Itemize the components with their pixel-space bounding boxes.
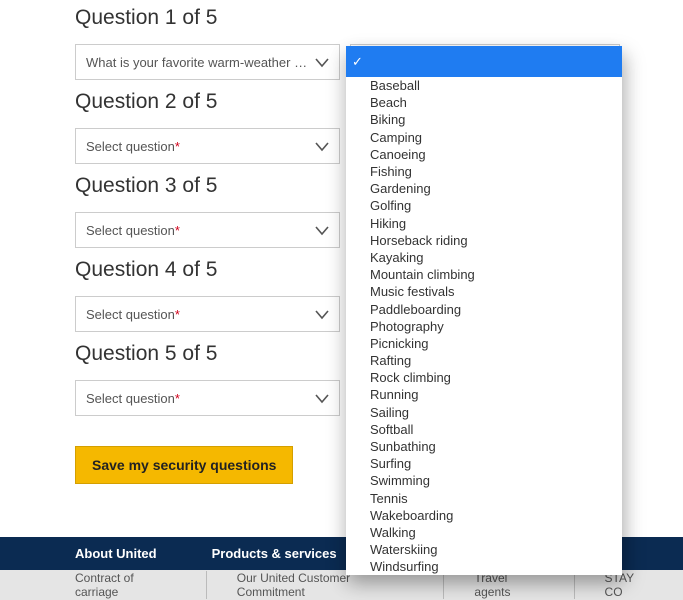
- chevron-down-icon: [313, 53, 331, 71]
- required-asterisk: *: [175, 223, 180, 238]
- dropdown-option-label: Golfing: [370, 198, 411, 213]
- dropdown-option-label: Surfing: [370, 456, 411, 471]
- save-button[interactable]: Save my security questions: [75, 446, 293, 484]
- dropdown-option[interactable]: Wakeboarding: [346, 507, 622, 524]
- dropdown-option[interactable]: Tennis: [346, 490, 622, 507]
- dropdown-option-label: Walking: [370, 525, 416, 540]
- footer-nav-link-0[interactable]: About United: [75, 546, 157, 561]
- required-asterisk: *: [175, 391, 180, 406]
- dropdown-option[interactable]: Horseback riding: [346, 232, 622, 249]
- chevron-down-icon: [313, 305, 331, 323]
- footer-nav-link-1[interactable]: Products & services: [212, 546, 337, 561]
- dropdown-option[interactable]: Sailing: [346, 404, 622, 421]
- chevron-down-icon: [313, 137, 331, 155]
- dropdown-option[interactable]: Rock climbing: [346, 369, 622, 386]
- dropdown-option-label: Sailing: [370, 405, 409, 420]
- dropdown-option-label: Canoeing: [370, 147, 426, 162]
- dropdown-option[interactable]: Waterskiing: [346, 541, 622, 558]
- dropdown-option-label: Waterskiing: [370, 542, 437, 557]
- dropdown-option-label: Rafting: [370, 353, 411, 368]
- dropdown-option-label: Baseball: [370, 78, 420, 93]
- dropdown-option-label: Kayaking: [370, 250, 423, 265]
- question-select[interactable]: What is your favorite warm-weather ac...: [75, 44, 340, 80]
- dropdown-option[interactable]: Baseball: [346, 77, 622, 94]
- dropdown-option[interactable]: Windsurfing: [346, 558, 622, 575]
- dropdown-option[interactable]: Softball: [346, 421, 622, 438]
- check-icon: ✓: [352, 54, 363, 70]
- dropdown-option-label: Beach: [370, 95, 407, 110]
- dropdown-option-label: Softball: [370, 422, 413, 437]
- dropdown-option[interactable]: Fishing: [346, 163, 622, 180]
- dropdown-option-label: Camping: [370, 130, 422, 145]
- question-select[interactable]: Select question*: [75, 212, 340, 248]
- chevron-down-icon: [313, 389, 331, 407]
- dropdown-option-label: Wakeboarding: [370, 508, 453, 523]
- answer-dropdown[interactable]: ✓ Baseball Beach Biking Camping Canoeing Fishi…: [346, 46, 622, 575]
- dropdown-option[interactable]: Golfing: [346, 197, 622, 214]
- dropdown-option-label: Photography: [370, 319, 444, 334]
- dropdown-option[interactable]: Camping: [346, 129, 622, 146]
- dropdown-option[interactable]: Hiking: [346, 215, 622, 232]
- dropdown-option-label: Picnicking: [370, 336, 429, 351]
- dropdown-option[interactable]: Mountain climbing: [346, 266, 622, 283]
- question-select[interactable]: Select question*: [75, 128, 340, 164]
- dropdown-option-blank[interactable]: ✓: [346, 46, 622, 77]
- required-asterisk: *: [175, 307, 180, 322]
- footer-link-0[interactable]: Contract of carriage: [75, 571, 207, 599]
- dropdown-option-label: Swimming: [370, 473, 430, 488]
- dropdown-option[interactable]: Biking: [346, 111, 622, 128]
- dropdown-option-label: Fishing: [370, 164, 412, 179]
- dropdown-option[interactable]: Beach: [346, 94, 622, 111]
- question-select-text: Select question*: [86, 307, 313, 322]
- dropdown-option[interactable]: Swimming: [346, 472, 622, 489]
- dropdown-option[interactable]: Music festivals: [346, 283, 622, 300]
- question-select[interactable]: Select question*: [75, 296, 340, 332]
- question-heading: Question 1 of 5: [75, 6, 683, 30]
- dropdown-option[interactable]: Paddleboarding: [346, 300, 622, 317]
- question-select[interactable]: Select question*: [75, 380, 340, 416]
- question-select-text: What is your favorite warm-weather ac...: [86, 55, 313, 70]
- dropdown-option-label: Paddleboarding: [370, 302, 461, 317]
- dropdown-option[interactable]: Walking: [346, 524, 622, 541]
- dropdown-option-label: Running: [370, 387, 418, 402]
- dropdown-option[interactable]: Running: [346, 386, 622, 403]
- dropdown-option[interactable]: Photography: [346, 318, 622, 335]
- dropdown-option-label: Sunbathing: [370, 439, 436, 454]
- dropdown-option-label: Mountain climbing: [370, 267, 475, 282]
- dropdown-option[interactable]: Picnicking: [346, 335, 622, 352]
- dropdown-option-label: Tennis: [370, 491, 408, 506]
- dropdown-option[interactable]: Canoeing: [346, 146, 622, 163]
- dropdown-option[interactable]: Rafting: [346, 352, 622, 369]
- dropdown-option-label: Gardening: [370, 181, 431, 196]
- required-asterisk: *: [175, 139, 180, 154]
- chevron-down-icon: [313, 221, 331, 239]
- dropdown-option[interactable]: Surfing: [346, 455, 622, 472]
- dropdown-option-label: Biking: [370, 112, 405, 127]
- dropdown-option-label: Rock climbing: [370, 370, 451, 385]
- dropdown-option-label: Hiking: [370, 216, 406, 231]
- dropdown-option[interactable]: Gardening: [346, 180, 622, 197]
- dropdown-option[interactable]: Sunbathing: [346, 438, 622, 455]
- dropdown-option-label: Windsurfing: [370, 559, 439, 574]
- question-select-text: Select question*: [86, 391, 313, 406]
- dropdown-option[interactable]: Kayaking: [346, 249, 622, 266]
- dropdown-option-label: Horseback riding: [370, 233, 468, 248]
- question-select-text: Select question*: [86, 223, 313, 238]
- dropdown-option-label: Music festivals: [370, 284, 455, 299]
- question-select-text: Select question*: [86, 139, 313, 154]
